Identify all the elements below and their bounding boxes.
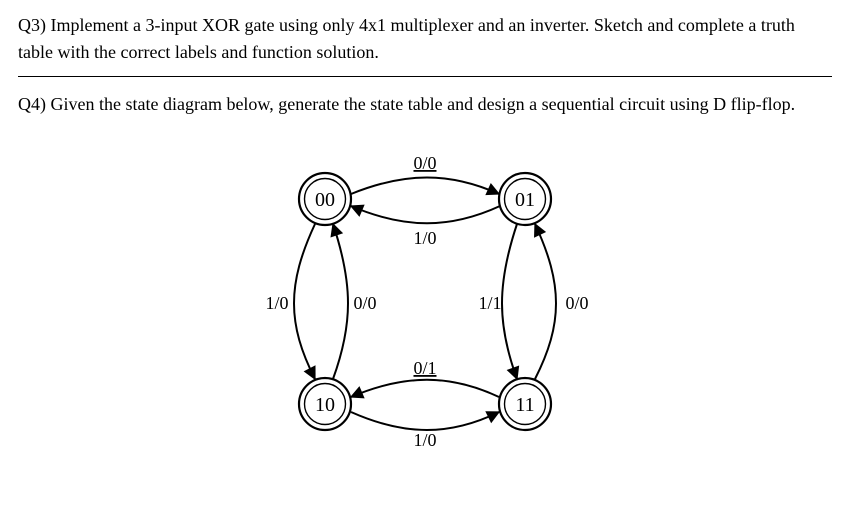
section-divider — [18, 76, 832, 77]
q3-label: Q3) — [18, 15, 46, 35]
state-01: 01 — [499, 173, 551, 225]
edge-11-01-label: 0/0 — [565, 293, 588, 313]
edge-10-00-label: 0/0 — [353, 293, 376, 313]
q4-text: Given the state diagram below, generate … — [51, 94, 796, 114]
edge-10-11-label: 1/0 — [413, 430, 436, 450]
edge-01-00-label: 1/0 — [413, 228, 436, 248]
edge-01-11-label: 1/1 — [478, 293, 501, 313]
question-q3: Q3) Implement a 3-input XOR gate using o… — [18, 12, 832, 66]
edge-00-01-label: 0/0 — [413, 153, 436, 173]
state-00-label: 00 — [315, 189, 335, 211]
edge-00-01 — [351, 178, 499, 195]
state-10-label: 10 — [315, 394, 335, 416]
edge-00-10 — [294, 224, 315, 379]
question-q4: Q4) Given the state diagram below, gener… — [18, 91, 832, 118]
edge-01-00 — [351, 206, 500, 223]
state-00: 00 — [299, 173, 351, 225]
state-11: 11 — [499, 378, 551, 430]
state-11-label: 11 — [515, 394, 534, 416]
edge-10-00 — [333, 224, 348, 379]
q3-text: Implement a 3-input XOR gate using only … — [18, 15, 795, 62]
state-diagram-container: 00 01 10 11 0/0 1/0 1/0 0/0 1/1 0/0 0/1 … — [18, 124, 832, 464]
state-01-label: 01 — [515, 189, 535, 211]
edge-00-10-label: 1/0 — [265, 293, 288, 313]
q4-label: Q4) — [18, 94, 46, 114]
state-10: 10 — [299, 378, 351, 430]
edge-11-10-label: 0/1 — [413, 358, 436, 378]
state-diagram: 00 01 10 11 0/0 1/0 1/0 0/0 1/1 0/0 0/1 … — [205, 124, 645, 464]
edge-01-11 — [502, 224, 517, 379]
edge-10-11 — [351, 412, 499, 430]
edge-11-01 — [535, 224, 556, 379]
edge-11-10 — [351, 380, 499, 397]
